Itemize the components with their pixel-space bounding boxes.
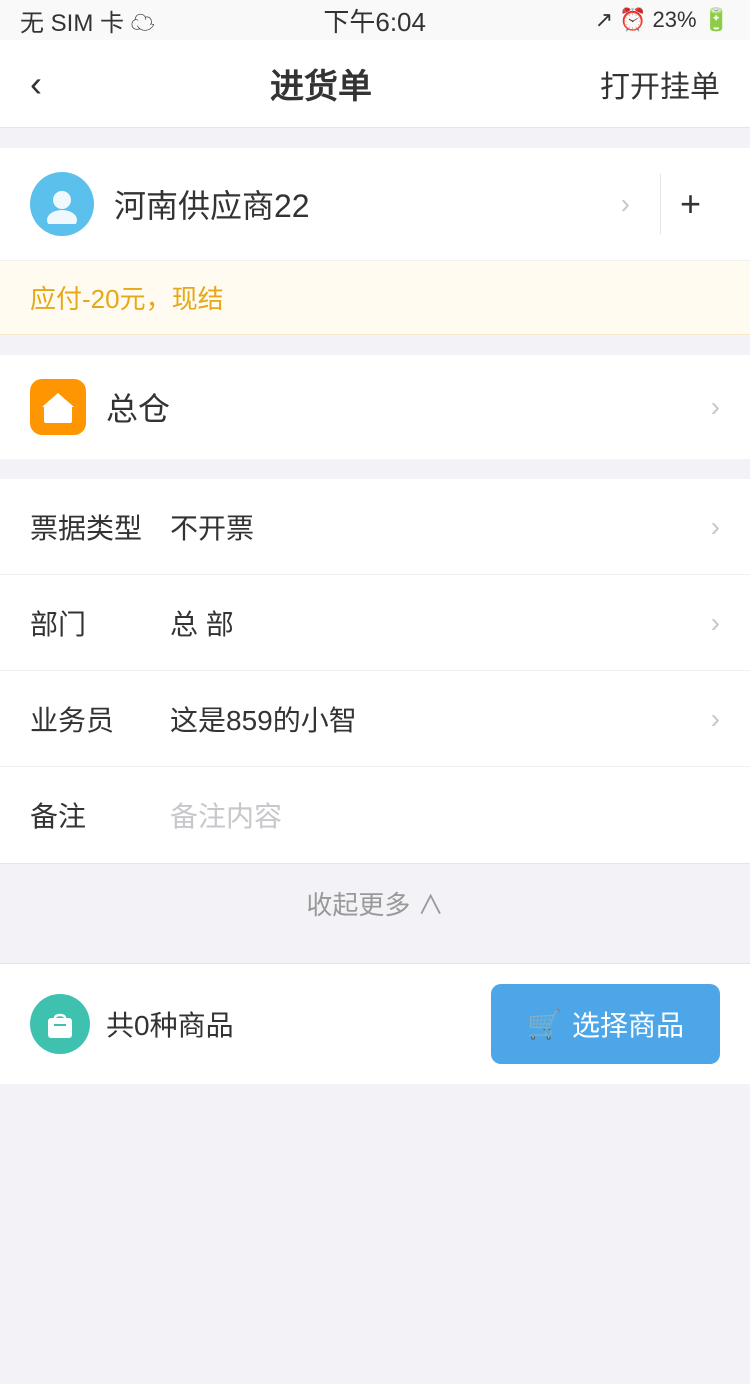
remark-row[interactable]: 备注 备注内容 (0, 767, 750, 863)
supplier-avatar-icon (42, 184, 82, 224)
supplier-chevron-icon: › (621, 188, 630, 220)
select-product-button[interactable]: 🛒 选择商品 (491, 984, 720, 1064)
supplier-name: 河南供应商22 (114, 181, 621, 227)
select-product-label: 选择商品 (572, 1004, 684, 1044)
collapse-label: 收起更多 ∧ (306, 885, 443, 922)
department-label: 部门 (30, 603, 170, 643)
nav-bar: ‹ 进货单 打开挂单 (0, 40, 750, 128)
department-row[interactable]: 部门 总 部 › (0, 575, 750, 671)
select-product-icon: 🛒 (527, 1008, 562, 1041)
shopping-bag-icon (42, 1006, 78, 1042)
salesperson-label: 业务员 (30, 699, 170, 739)
back-button[interactable]: ‹ (30, 63, 42, 105)
battery-status: 23% (653, 7, 697, 33)
bottom-bar: 共0种商品 🛒 选择商品 (0, 963, 750, 1084)
warehouse-chevron-icon: › (711, 391, 720, 423)
add-supplier-button[interactable]: + (660, 174, 720, 234)
page-title: 进货单 (270, 59, 372, 108)
location-icon: ↗ (595, 7, 613, 33)
warehouse-icon-wrap (30, 379, 86, 435)
warehouse-icon (40, 389, 76, 425)
salesperson-value: 这是859的小智 (170, 699, 711, 739)
supplier-row[interactable]: 河南供应商22 › + (0, 148, 750, 261)
gap-1 (0, 128, 750, 148)
remark-label: 备注 (30, 795, 170, 835)
open-pending-button[interactable]: 打开挂单 (600, 62, 720, 106)
warehouse-label: 总仓 (106, 384, 711, 430)
invoice-type-row[interactable]: 票据类型 不开票 › (0, 479, 750, 575)
status-time: 下午6:04 (323, 2, 426, 39)
fields-card: 票据类型 不开票 › 部门 总 部 › 业务员 这是859的小智 › 备注 备注… (0, 479, 750, 863)
warehouse-row[interactable]: 总仓 › (0, 355, 750, 459)
notice-banner: 应付-20元，现结 (0, 261, 750, 335)
collapse-button[interactable]: 收起更多 ∧ (0, 863, 750, 943)
department-chevron-icon: › (711, 607, 720, 639)
alarm-icon: ⏰ (619, 7, 646, 33)
salesperson-row[interactable]: 业务员 这是859的小智 › (0, 671, 750, 767)
status-bar: 无 SIM 卡 ☁ 下午6:04 ↗ ⏰ 23% 🔋 (0, 0, 750, 40)
gap-3 (0, 459, 750, 479)
sim-status: 无 SIM 卡 ☁ (20, 3, 155, 38)
product-count-icon-wrap (30, 994, 90, 1054)
status-right: ↗ ⏰ 23% 🔋 (595, 7, 730, 33)
salesperson-chevron-icon: › (711, 703, 720, 735)
remark-placeholder[interactable]: 备注内容 (170, 795, 720, 835)
gap-2 (0, 335, 750, 355)
department-value: 总 部 (170, 603, 711, 643)
product-count-text: 共0种商品 (106, 1004, 491, 1044)
battery-icon: 🔋 (703, 7, 730, 33)
supplier-avatar (30, 172, 94, 236)
invoice-type-label: 票据类型 (30, 507, 170, 547)
status-left: 无 SIM 卡 ☁ (20, 3, 155, 38)
content-area (0, 1084, 750, 1384)
invoice-type-chevron-icon: › (711, 511, 720, 543)
invoice-type-value: 不开票 (170, 507, 711, 547)
gap-4 (0, 943, 750, 963)
